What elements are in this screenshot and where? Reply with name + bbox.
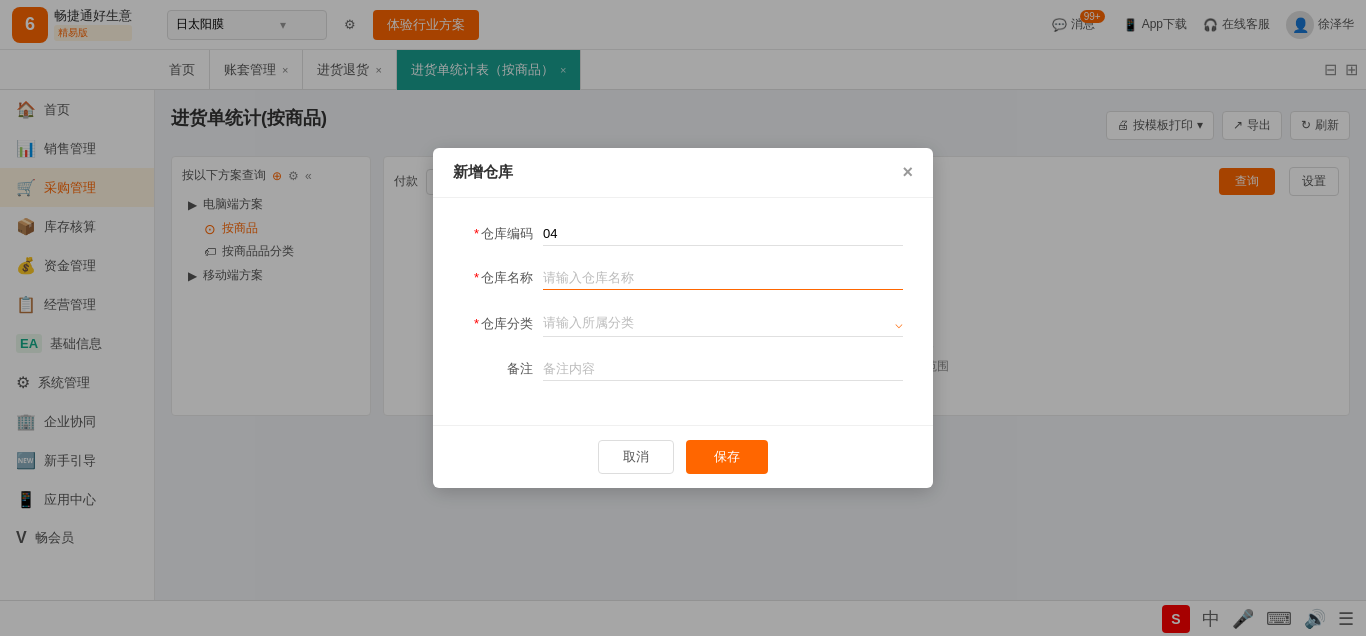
remark-input[interactable] [543, 357, 903, 381]
name-input[interactable] [543, 266, 903, 290]
form-row-remark: 备注 [463, 357, 903, 381]
modal-footer: 取消 保存 [433, 425, 933, 488]
category-dropdown-icon: ⌵ [895, 316, 903, 331]
category-placeholder: 请输入所属分类 [543, 314, 634, 332]
cancel-button[interactable]: 取消 [598, 440, 674, 474]
form-row-code: 仓库编码 [463, 222, 903, 246]
code-input[interactable] [543, 222, 903, 246]
modal-title: 新增仓库 [453, 163, 513, 182]
code-label: 仓库编码 [463, 225, 543, 243]
remark-label: 备注 [463, 360, 543, 378]
modal-header: 新增仓库 × [433, 148, 933, 198]
modal-close-button[interactable]: × [902, 162, 913, 183]
form-row-category: 仓库分类 请输入所属分类 ⌵ [463, 310, 903, 337]
add-warehouse-modal: 新增仓库 × 仓库编码 仓库名称 仓库分类 请输入所属分类 ⌵ 备注 取消 保存 [433, 148, 933, 488]
save-button[interactable]: 保存 [686, 440, 768, 474]
modal-body: 仓库编码 仓库名称 仓库分类 请输入所属分类 ⌵ 备注 [433, 198, 933, 425]
name-label: 仓库名称 [463, 269, 543, 287]
category-label: 仓库分类 [463, 315, 543, 333]
form-row-name: 仓库名称 [463, 266, 903, 290]
category-select[interactable]: 请输入所属分类 ⌵ [543, 310, 903, 337]
